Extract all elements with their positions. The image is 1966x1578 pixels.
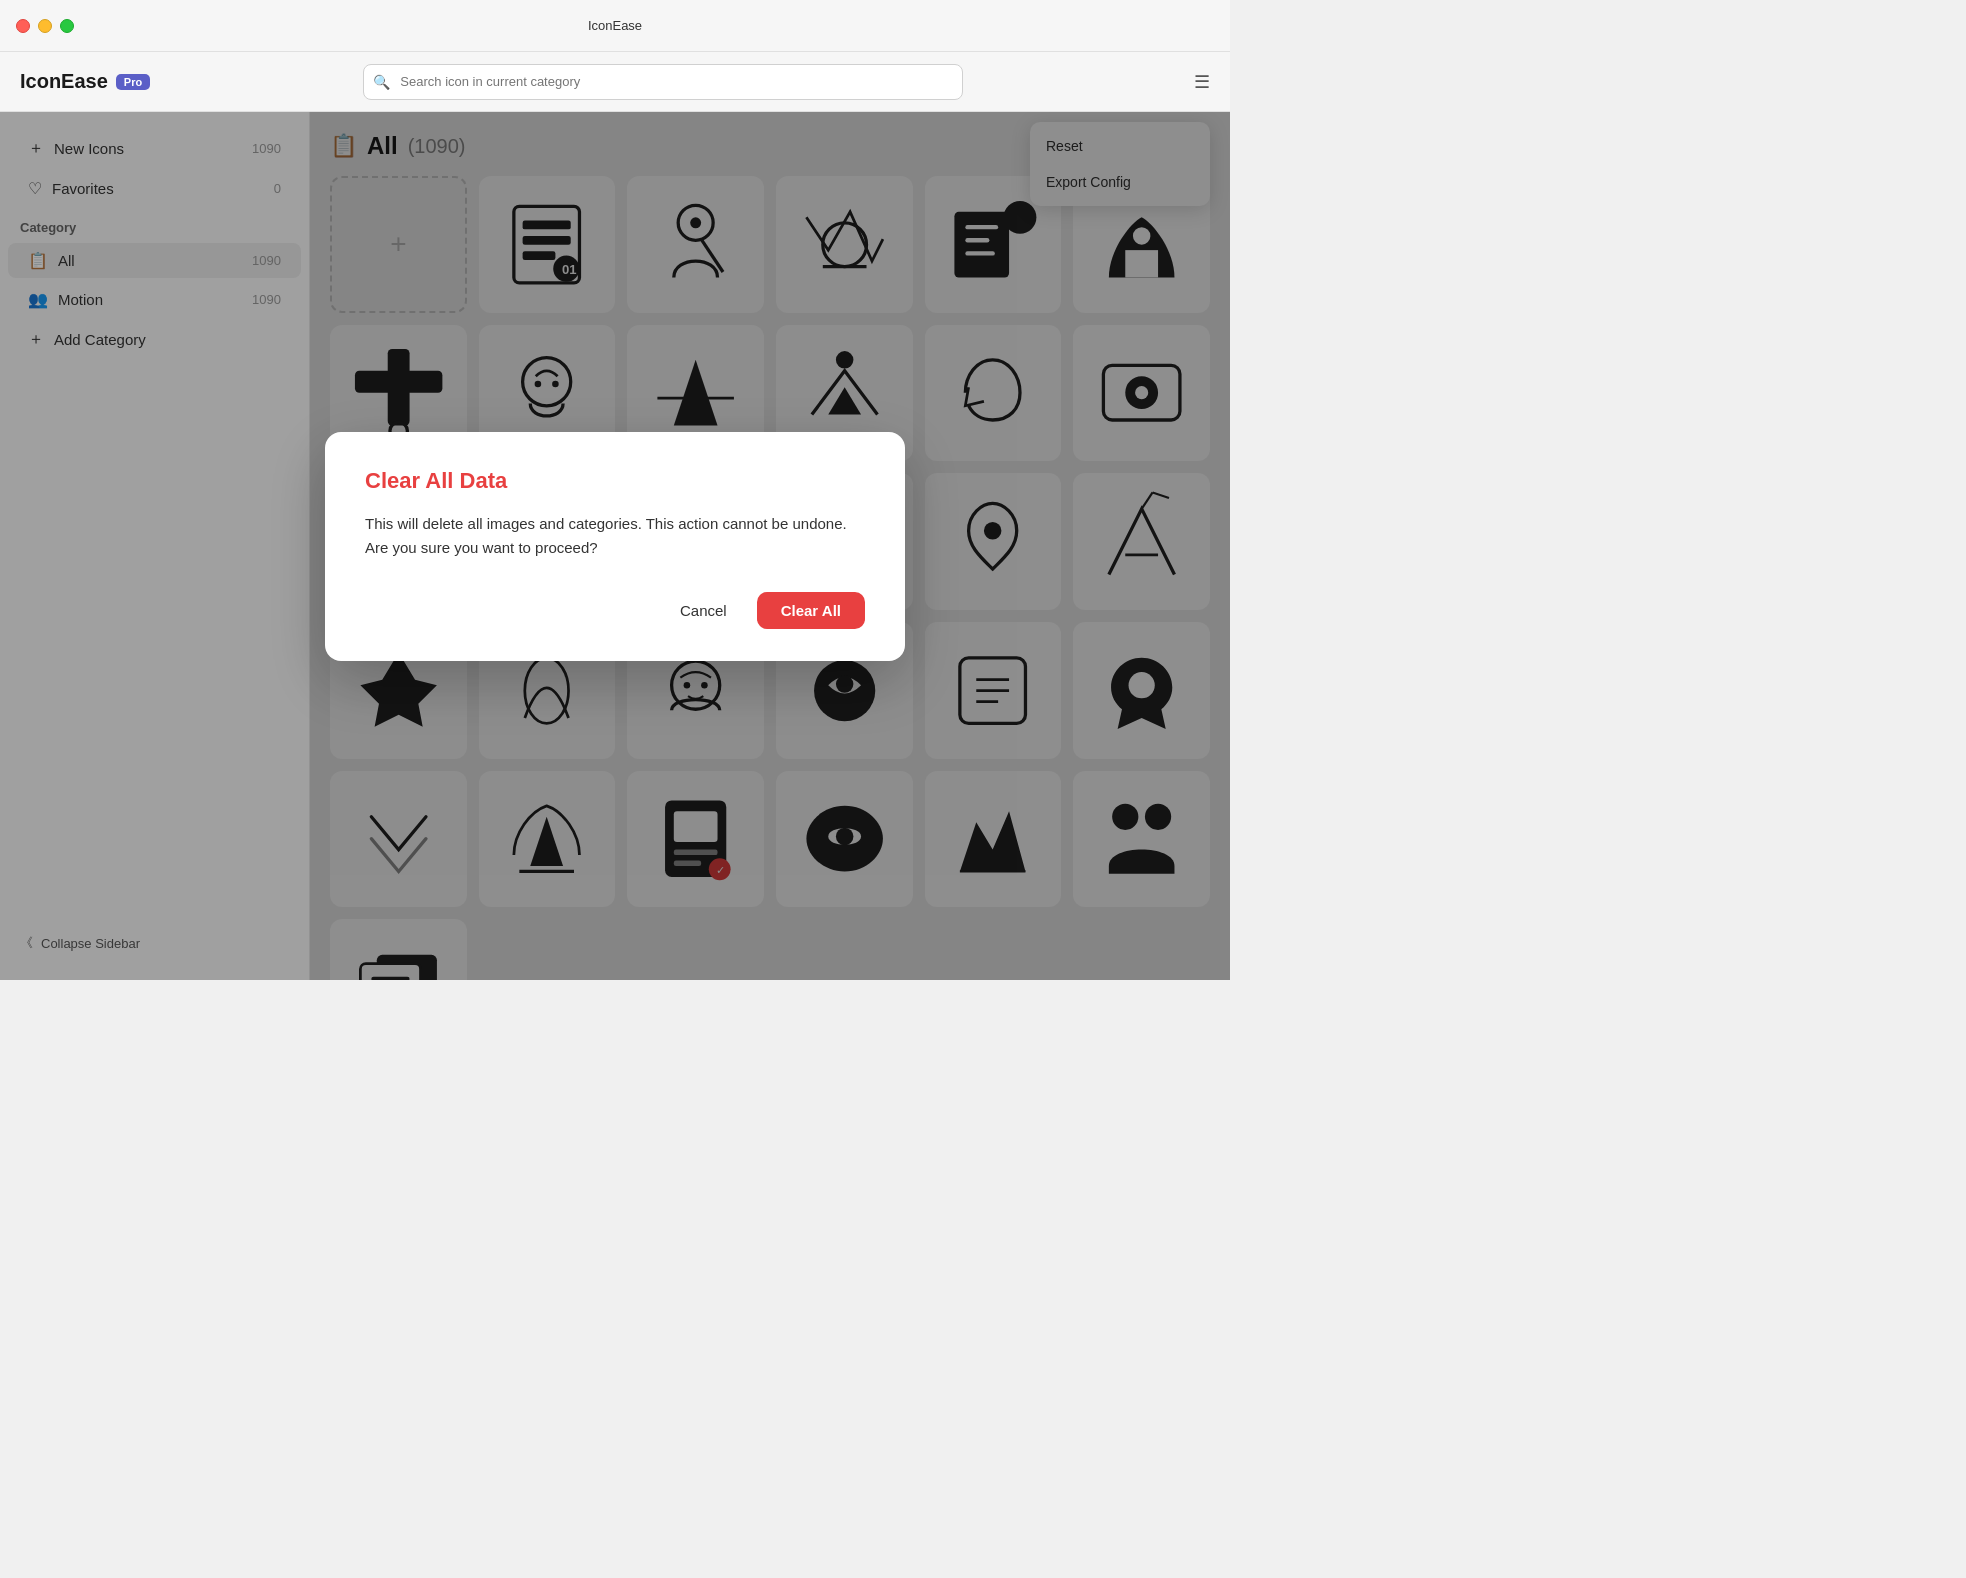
clear-all-button[interactable]: Clear All — [757, 592, 865, 629]
cancel-button[interactable]: Cancel — [664, 594, 743, 627]
menu-button[interactable]: ☰ — [1194, 71, 1210, 93]
title-bar: IconEase — [0, 0, 1230, 52]
app-container: IconEase Pro 🔍 ☰ ＋ New Icons 1090 ♡ Favo… — [0, 52, 1230, 980]
search-bar: 🔍 — [363, 64, 963, 100]
main-layout: ＋ New Icons 1090 ♡ Favorites 0 Category … — [0, 112, 1230, 980]
modal-overlay: Clear All Data This will delete all imag… — [0, 112, 1230, 980]
app-header: IconEase Pro 🔍 ☰ — [0, 52, 1230, 112]
modal-title: Clear All Data — [365, 468, 865, 494]
search-icon: 🔍 — [373, 74, 390, 90]
modal-body: This will delete all images and categori… — [365, 512, 865, 560]
modal-dialog: Clear All Data This will delete all imag… — [325, 432, 905, 661]
close-button[interactable] — [16, 19, 30, 33]
fullscreen-button[interactable] — [60, 19, 74, 33]
pro-badge: Pro — [116, 74, 150, 90]
minimize-button[interactable] — [38, 19, 52, 33]
traffic-lights — [16, 19, 74, 33]
search-input[interactable] — [363, 64, 963, 100]
logo-area: IconEase Pro — [20, 70, 240, 93]
window-title: IconEase — [588, 18, 642, 33]
logo-text: IconEase — [20, 70, 108, 93]
modal-actions: Cancel Clear All — [365, 592, 865, 629]
